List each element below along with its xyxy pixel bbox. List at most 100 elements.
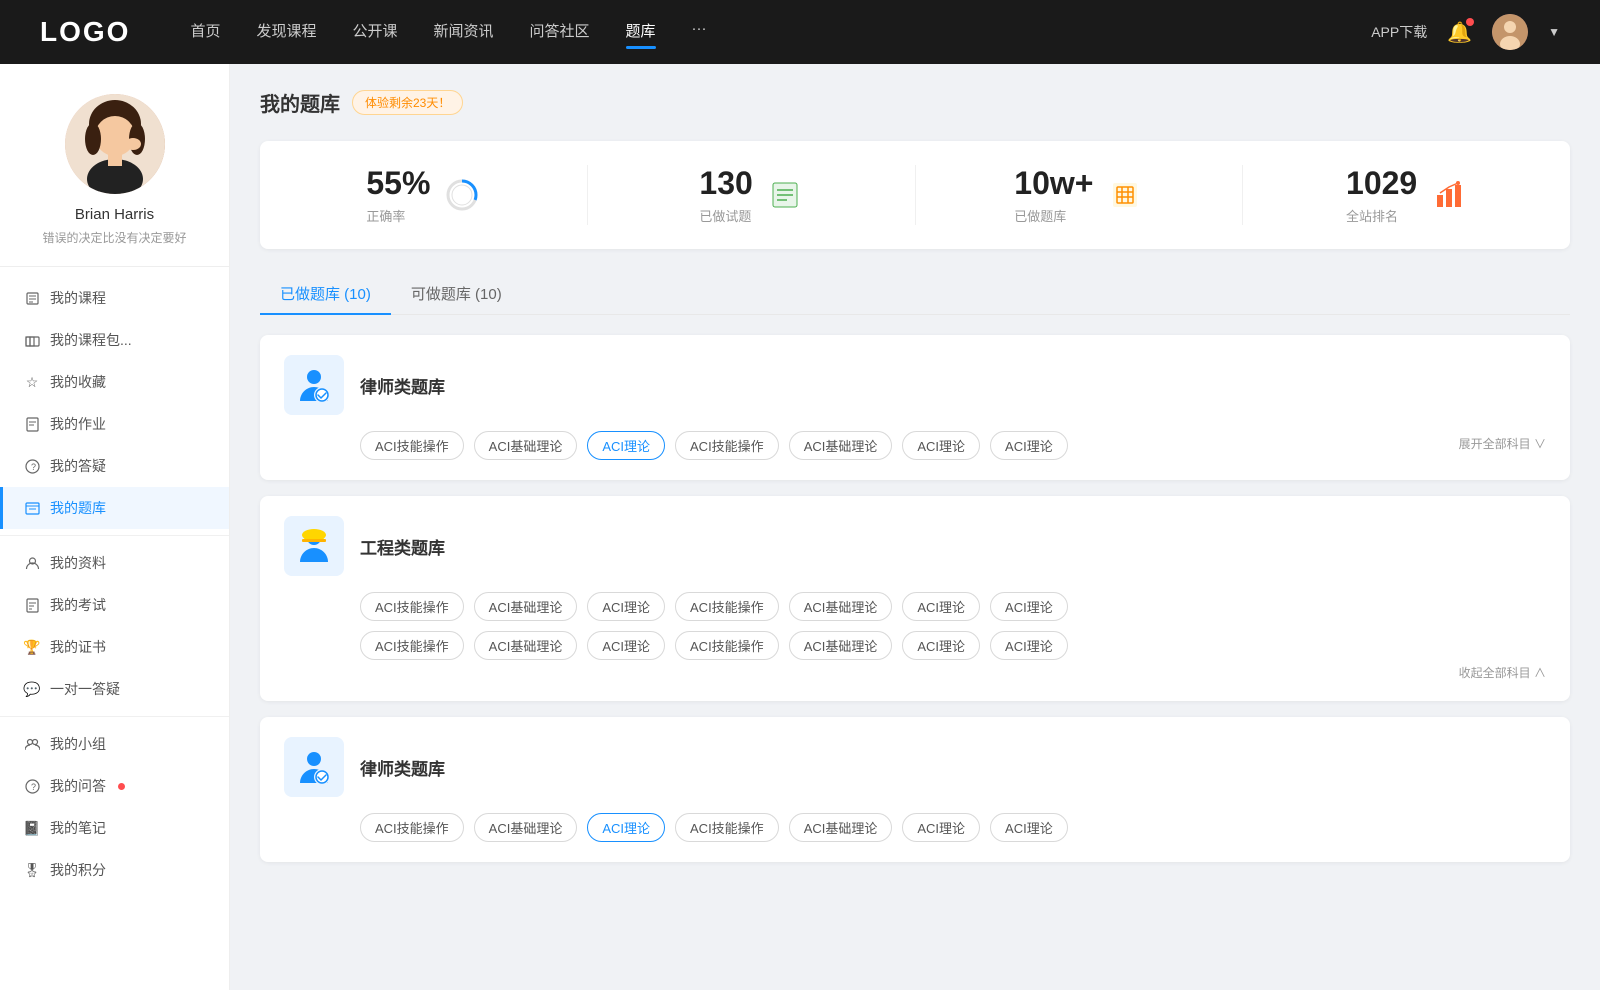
tab-done-banks[interactable]: 已做题库 (10)	[260, 273, 391, 314]
qbank-header: 律师类题库	[284, 737, 1546, 797]
qbank-header: 律师类题库	[284, 355, 1546, 415]
tag[interactable]: ACI基础理论	[474, 431, 578, 460]
logo: LOGO	[40, 16, 130, 48]
sidebar-item-one-on-one[interactable]: 💬 一对一答疑	[0, 668, 229, 710]
qbank-header: 工程类题库	[284, 516, 1546, 576]
collapse-link[interactable]: 收起全部科目 ∧	[1459, 664, 1546, 681]
stats-row: 55% 正确率 130 已做试题	[260, 141, 1570, 249]
sidebar-label: 我的课程	[50, 288, 106, 308]
tag[interactable]: ACI基础理论	[789, 813, 893, 842]
tag[interactable]: ACI技能操作	[675, 592, 779, 621]
chevron-down-icon[interactable]: ▼	[1548, 25, 1560, 39]
tab-available-banks[interactable]: 可做题库 (10)	[391, 273, 522, 314]
tag[interactable]: ACI技能操作	[360, 631, 464, 660]
tag-active[interactable]: ACI理论	[587, 813, 665, 842]
sidebar-item-favorites[interactable]: ☆ 我的收藏	[0, 361, 229, 403]
notification-bell[interactable]: 🔔	[1447, 20, 1472, 45]
tag[interactable]: ACI基础理论	[474, 813, 578, 842]
tag[interactable]: ACI理论	[902, 631, 980, 660]
global-rank-icon	[1431, 177, 1467, 213]
tag[interactable]: ACI技能操作	[675, 813, 779, 842]
tag[interactable]: ACI理论	[990, 813, 1068, 842]
app-download-link[interactable]: APP下载	[1371, 22, 1427, 42]
profile-avatar[interactable]	[65, 94, 165, 194]
homework-icon	[24, 416, 40, 432]
tag[interactable]: ACI理论	[587, 592, 665, 621]
tag[interactable]: ACI技能操作	[360, 592, 464, 621]
notes-icon: 📓	[24, 820, 40, 836]
tag[interactable]: ACI理论	[990, 592, 1068, 621]
tag[interactable]: ACI技能操作	[675, 631, 779, 660]
sidebar-item-group[interactable]: 我的小组	[0, 723, 229, 765]
sidebar-label: 我的资料	[50, 553, 106, 573]
tag[interactable]: ACI基础理论	[474, 631, 578, 660]
notification-dot	[1466, 18, 1474, 26]
profile-motto: 错误的决定比没有决定要好	[42, 229, 186, 246]
sidebar: Brian Harris 错误的决定比没有决定要好 我的课程 我的课程包... …	[0, 64, 230, 990]
sidebar-item-qbank[interactable]: 我的题库	[0, 487, 229, 529]
sidebar-label: 我的收藏	[50, 372, 106, 392]
avatar[interactable]	[1492, 14, 1528, 50]
tag[interactable]: ACI基础理论	[474, 592, 578, 621]
sidebar-item-homework[interactable]: 我的作业	[0, 403, 229, 445]
svg-text:?: ?	[31, 782, 36, 792]
divider	[0, 716, 229, 717]
stat-correct-rate: 55% 正确率	[260, 165, 588, 225]
sidebar-item-notes[interactable]: 📓 我的笔记	[0, 807, 229, 849]
sidebar-label: 我的笔记	[50, 818, 106, 838]
nav-news[interactable]: 新闻资讯	[434, 20, 494, 45]
tag[interactable]: ACI理论	[990, 431, 1068, 460]
nav-qa[interactable]: 问答社区	[530, 20, 590, 45]
nav-right: APP下载 🔔 ▼	[1371, 14, 1560, 50]
sidebar-item-course-package[interactable]: 我的课程包...	[0, 319, 229, 361]
sidebar-item-my-qa[interactable]: ? 我的问答	[0, 765, 229, 807]
qa-notification-dot	[118, 783, 125, 790]
sidebar-label: 我的小组	[50, 734, 106, 754]
tag[interactable]: ACI基础理论	[789, 431, 893, 460]
nav-more[interactable]: ···	[692, 20, 707, 45]
nav-discover[interactable]: 发现课程	[256, 20, 316, 45]
sidebar-item-points[interactable]: 🎖 我的积分	[0, 849, 229, 891]
courses-icon	[24, 290, 40, 306]
tag[interactable]: ACI理论	[587, 631, 665, 660]
qbank-icon	[284, 516, 344, 576]
stat-number: 55% 正确率	[366, 165, 430, 225]
main-content: 我的题库 体验剩余23天！ 55% 正确率	[230, 64, 1600, 990]
nav-open-course[interactable]: 公开课	[352, 20, 397, 45]
stat-global-rank: 1029 全站排名	[1243, 165, 1570, 225]
user-profile: Brian Harris 错误的决定比没有决定要好	[0, 64, 229, 267]
avatar-image	[1492, 14, 1528, 50]
expand-link[interactable]: 展开全部科目 ∨	[1459, 431, 1546, 452]
group-icon	[24, 736, 40, 752]
nav-home[interactable]: 首页	[190, 20, 220, 45]
qbank-card-2: 律师类题库 ACI技能操作 ACI基础理论 ACI理论 ACI技能操作 ACI基…	[260, 717, 1570, 862]
exam-icon	[24, 597, 40, 613]
tag[interactable]: ACI基础理论	[789, 592, 893, 621]
sidebar-item-exam[interactable]: 我的考试	[0, 584, 229, 626]
tag[interactable]: ACI基础理论	[789, 631, 893, 660]
tag-active[interactable]: ACI理论	[587, 431, 665, 460]
qbank-title: 工程类题库	[360, 534, 445, 559]
tag[interactable]: ACI技能操作	[675, 431, 779, 460]
sidebar-item-profile[interactable]: 我的资料	[0, 542, 229, 584]
sidebar-item-courses[interactable]: 我的课程	[0, 277, 229, 319]
tag[interactable]: ACI理论	[990, 631, 1068, 660]
course-package-icon	[24, 332, 40, 348]
tags-container-row1: ACI技能操作 ACI基础理论 ACI理论 ACI技能操作 ACI基础理论 AC…	[284, 592, 1546, 621]
stat-text: 130 已做试题	[699, 165, 752, 225]
tag[interactable]: ACI技能操作	[360, 431, 464, 460]
tags-container: ACI技能操作 ACI基础理论 ACI理论 ACI技能操作 ACI基础理论 AC…	[284, 431, 1546, 460]
tag[interactable]: ACI技能操作	[360, 813, 464, 842]
sidebar-item-qa[interactable]: ? 我的答疑	[0, 445, 229, 487]
tags-container: ACI技能操作 ACI基础理论 ACI理论 ACI技能操作 ACI基础理论 AC…	[284, 813, 1546, 842]
stat-text: 1029 全站排名	[1346, 165, 1417, 225]
tag[interactable]: ACI理论	[902, 592, 980, 621]
sidebar-label: 我的问答	[50, 776, 106, 796]
questions-done-icon	[767, 177, 803, 213]
sidebar-item-certificate[interactable]: 🏆 我的证书	[0, 626, 229, 668]
tag[interactable]: ACI理论	[902, 431, 980, 460]
nav-qbank[interactable]: 题库	[626, 20, 656, 45]
sidebar-label: 我的答疑	[50, 456, 106, 476]
nav-links: 首页 发现课程 公开课 新闻资讯 问答社区 题库 ···	[190, 20, 1371, 45]
tag[interactable]: ACI理论	[902, 813, 980, 842]
